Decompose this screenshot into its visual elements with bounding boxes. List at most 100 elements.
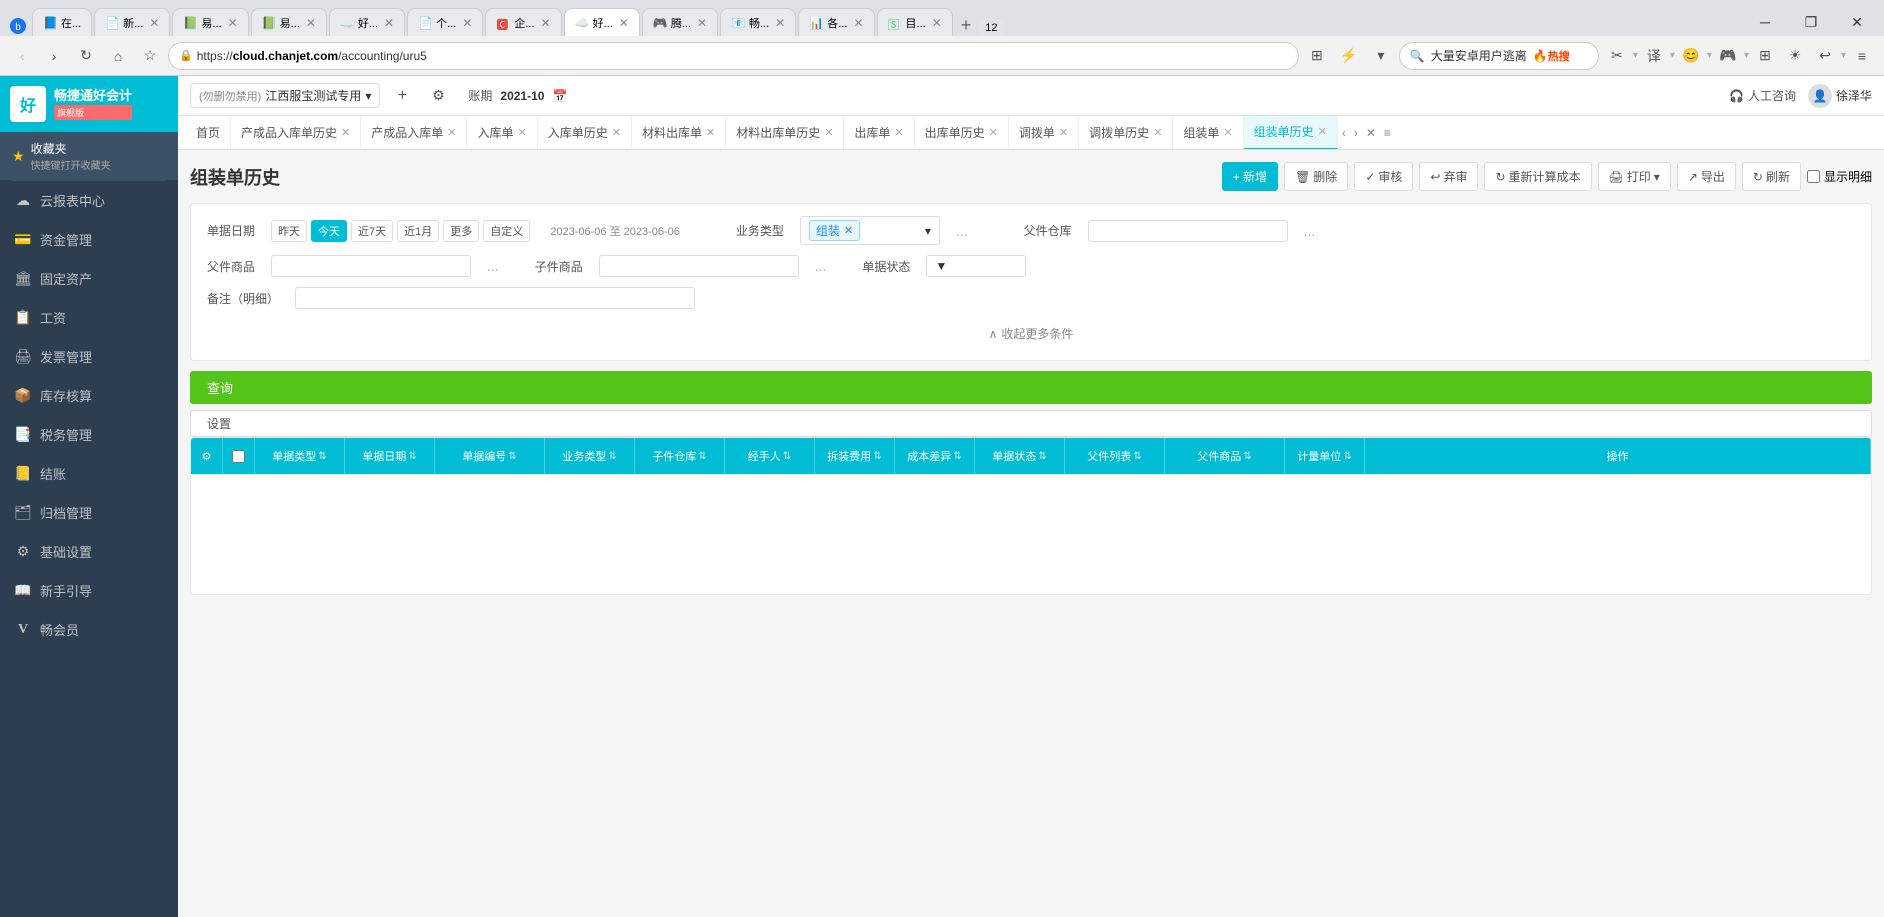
browser-tab-1[interactable]: 📘 在... — [32, 8, 92, 36]
date-7days-btn[interactable]: 近7天 — [351, 220, 393, 242]
tab-close-8[interactable]: ✕ — [619, 16, 629, 30]
th-num[interactable]: 单据编号 ⇅ — [435, 438, 545, 474]
export-button[interactable]: ↗ 导出 — [1677, 162, 1736, 191]
restore-button[interactable]: ❐ — [1788, 8, 1834, 36]
tab-assemble[interactable]: 组装单 ✕ — [1173, 116, 1243, 150]
th-status[interactable]: 单据状态 ⇅ — [975, 438, 1065, 474]
tab-close-11[interactable]: ✕ — [853, 16, 863, 30]
tab-transfer[interactable]: 调拨单 ✕ — [1009, 116, 1079, 150]
sidebar-item-inventory[interactable]: 📦 库存核算 — [0, 376, 178, 415]
parent-goods-input[interactable] — [271, 255, 471, 277]
th-fee[interactable]: 拆装费用 ⇅ — [815, 438, 895, 474]
nav-tabs-menu[interactable]: ≡ — [1380, 126, 1395, 140]
sidebar-item-tax[interactable]: 📑 税务管理 — [0, 415, 178, 454]
tab-close-7[interactable]: ✕ — [541, 16, 551, 30]
th-settings[interactable]: ⚙ — [191, 438, 223, 474]
browser-tab-9[interactable]: 🎮 腾... ✕ — [642, 8, 718, 36]
reload-button[interactable]: ↻ — [72, 42, 100, 70]
settings-button[interactable]: 设置 — [190, 410, 1872, 437]
tab-mat-out-hist-close[interactable]: ✕ — [824, 126, 833, 139]
th-unit[interactable]: 计量单位 ⇅ — [1285, 438, 1365, 474]
tab-home[interactable]: 首页 — [186, 116, 231, 150]
date-custom-btn[interactable]: 自定义 — [483, 220, 530, 242]
tab-close-2[interactable]: ✕ — [149, 16, 159, 30]
tab-close-10[interactable]: ✕ — [775, 16, 785, 30]
browser-tab-3[interactable]: 📗 易... ✕ — [172, 8, 248, 36]
home-button[interactable]: ⌂ — [104, 42, 132, 70]
add-company-button[interactable]: + — [388, 82, 416, 110]
tab-in-order[interactable]: 入库单 ✕ — [467, 116, 537, 150]
search-bar[interactable]: 🔍 大量安卓用户逃离 🔥 热搜 — [1399, 42, 1599, 70]
tab-mat-out-close[interactable]: ✕ — [706, 126, 715, 139]
cut-icon[interactable]: ✂ — [1603, 42, 1631, 70]
tab-out-order-hist[interactable]: 出库单历史 ✕ — [915, 116, 1009, 150]
tab-in-order-close[interactable]: ✕ — [518, 126, 527, 139]
tab-out-order-hist-close[interactable]: ✕ — [989, 126, 998, 139]
th-type[interactable]: 单据类型 ⇅ — [255, 438, 345, 474]
browser-tab-5[interactable]: ☁️ 好... ✕ — [329, 8, 405, 36]
biz-tag-close[interactable]: ✕ — [844, 224, 853, 237]
game-icon[interactable]: 🎮 — [1714, 42, 1742, 70]
select-all-checkbox[interactable] — [232, 450, 245, 463]
tab-prod-in[interactable]: 产成品入库单 ✕ — [361, 116, 467, 150]
parent-wh-input[interactable] — [1088, 220, 1288, 242]
tab-prod-in-hist[interactable]: 产成品入库单历史 ✕ — [231, 116, 361, 150]
nav-tabs-left-arrow[interactable]: ‹ — [1338, 126, 1350, 140]
company-selector[interactable]: (勿删勿禁用) 江西服宝测试专用 ▾ — [190, 83, 380, 108]
browser-tab-2[interactable]: 📄 新... ✕ — [94, 8, 170, 36]
date-1month-btn[interactable]: 近1月 — [397, 220, 439, 242]
sidebar-item-salary[interactable]: 📋 工资 — [0, 298, 178, 337]
tab-prod-in-hist-close[interactable]: ✕ — [341, 126, 350, 139]
tab-in-order-hist-close[interactable]: ✕ — [612, 126, 621, 139]
biz-dotdot[interactable]: ... — [956, 223, 968, 239]
grid-icon[interactable]: ⊞ — [1751, 42, 1779, 70]
delete-button[interactable]: 🗑 删除 — [1284, 162, 1348, 191]
approve-button[interactable]: ✓ 审核 — [1354, 162, 1413, 191]
date-more-btn[interactable]: 更多 — [443, 220, 479, 242]
browser-tab-6[interactable]: 📄 个... ✕ — [407, 8, 483, 36]
tab-out-order-close[interactable]: ✕ — [894, 126, 903, 139]
child-goods-dotdot[interactable]: ... — [815, 258, 827, 274]
parent-wh-dotdot[interactable]: ... — [1304, 223, 1316, 239]
browser-tab-11[interactable]: 📊 各... ✕ — [798, 8, 874, 36]
tab-transfer-close[interactable]: ✕ — [1059, 126, 1068, 139]
tab-close-12[interactable]: ✕ — [932, 16, 942, 30]
th-parent-list[interactable]: 父件列表 ⇅ — [1065, 438, 1165, 474]
address-bar[interactable]: 🔒 https://cloud.chanjet.com/accounting/u… — [168, 42, 1299, 70]
query-button[interactable]: 查询 — [190, 371, 1872, 404]
sidebar-item-guide[interactable]: 📖 新手引导 — [0, 571, 178, 610]
nav-tabs-right-arrow[interactable]: › — [1350, 126, 1362, 140]
user-info[interactable]: 👤 徐泽华 — [1808, 84, 1872, 108]
browser-tab-7[interactable]: 🅲 企... ✕ — [485, 8, 561, 36]
biz-type-select[interactable]: 组装 ✕ ▾ — [800, 216, 940, 245]
parent-goods-dotdot[interactable]: ... — [487, 258, 499, 274]
th-handler[interactable]: 经手人 ⇅ — [725, 438, 815, 474]
tab-close-4[interactable]: ✕ — [306, 16, 316, 30]
date-yesterday-btn[interactable]: 昨天 — [271, 220, 307, 242]
sidebar-item-fixed-assets[interactable]: 🏛 固定资产 — [0, 259, 178, 298]
tab-mat-out-hist[interactable]: 材料出库单历史 ✕ — [726, 116, 844, 150]
th-wh[interactable]: 子件仓库 ⇅ — [635, 438, 725, 474]
refresh-button[interactable]: ↻ 刷新 — [1742, 162, 1801, 191]
browser-tab-10[interactable]: 📧 畅... ✕ — [720, 8, 796, 36]
qr-code-button[interactable]: ⊞ — [1303, 42, 1331, 70]
abandon-button[interactable]: ↩ 弃审 — [1419, 162, 1478, 191]
tab-close-3[interactable]: ✕ — [228, 16, 238, 30]
browser-tab-8[interactable]: ☁️ 好... ✕ — [564, 8, 640, 36]
tab-prod-in-close[interactable]: ✕ — [447, 126, 456, 139]
order-status-select[interactable]: ▼ — [926, 255, 1026, 277]
emoji-icon[interactable]: 😊 — [1677, 42, 1705, 70]
browser-tab-4[interactable]: 📗 易... ✕ — [251, 8, 327, 36]
extension-button[interactable]: ⚡ — [1335, 42, 1363, 70]
browser-tab-12[interactable]: 🅂 目... ✕ — [877, 8, 953, 36]
tab-out-order[interactable]: 出库单 ✕ — [844, 116, 914, 150]
brightness-icon[interactable]: ☀ — [1781, 42, 1809, 70]
tab-assemble-close[interactable]: ✕ — [1223, 126, 1232, 139]
menu-icon[interactable]: ≡ — [1848, 42, 1876, 70]
recalc-button[interactable]: ↻ 重新计算成本 — [1484, 162, 1591, 191]
th-diff[interactable]: 成本差异 ⇅ — [895, 438, 975, 474]
tab-close-9[interactable]: ✕ — [697, 16, 707, 30]
sidebar-item-archive[interactable]: 🗂 归档管理 — [0, 493, 178, 532]
child-goods-input[interactable] — [599, 255, 799, 277]
sidebar-item-fund[interactable]: 💳 资金管理 — [0, 220, 178, 259]
